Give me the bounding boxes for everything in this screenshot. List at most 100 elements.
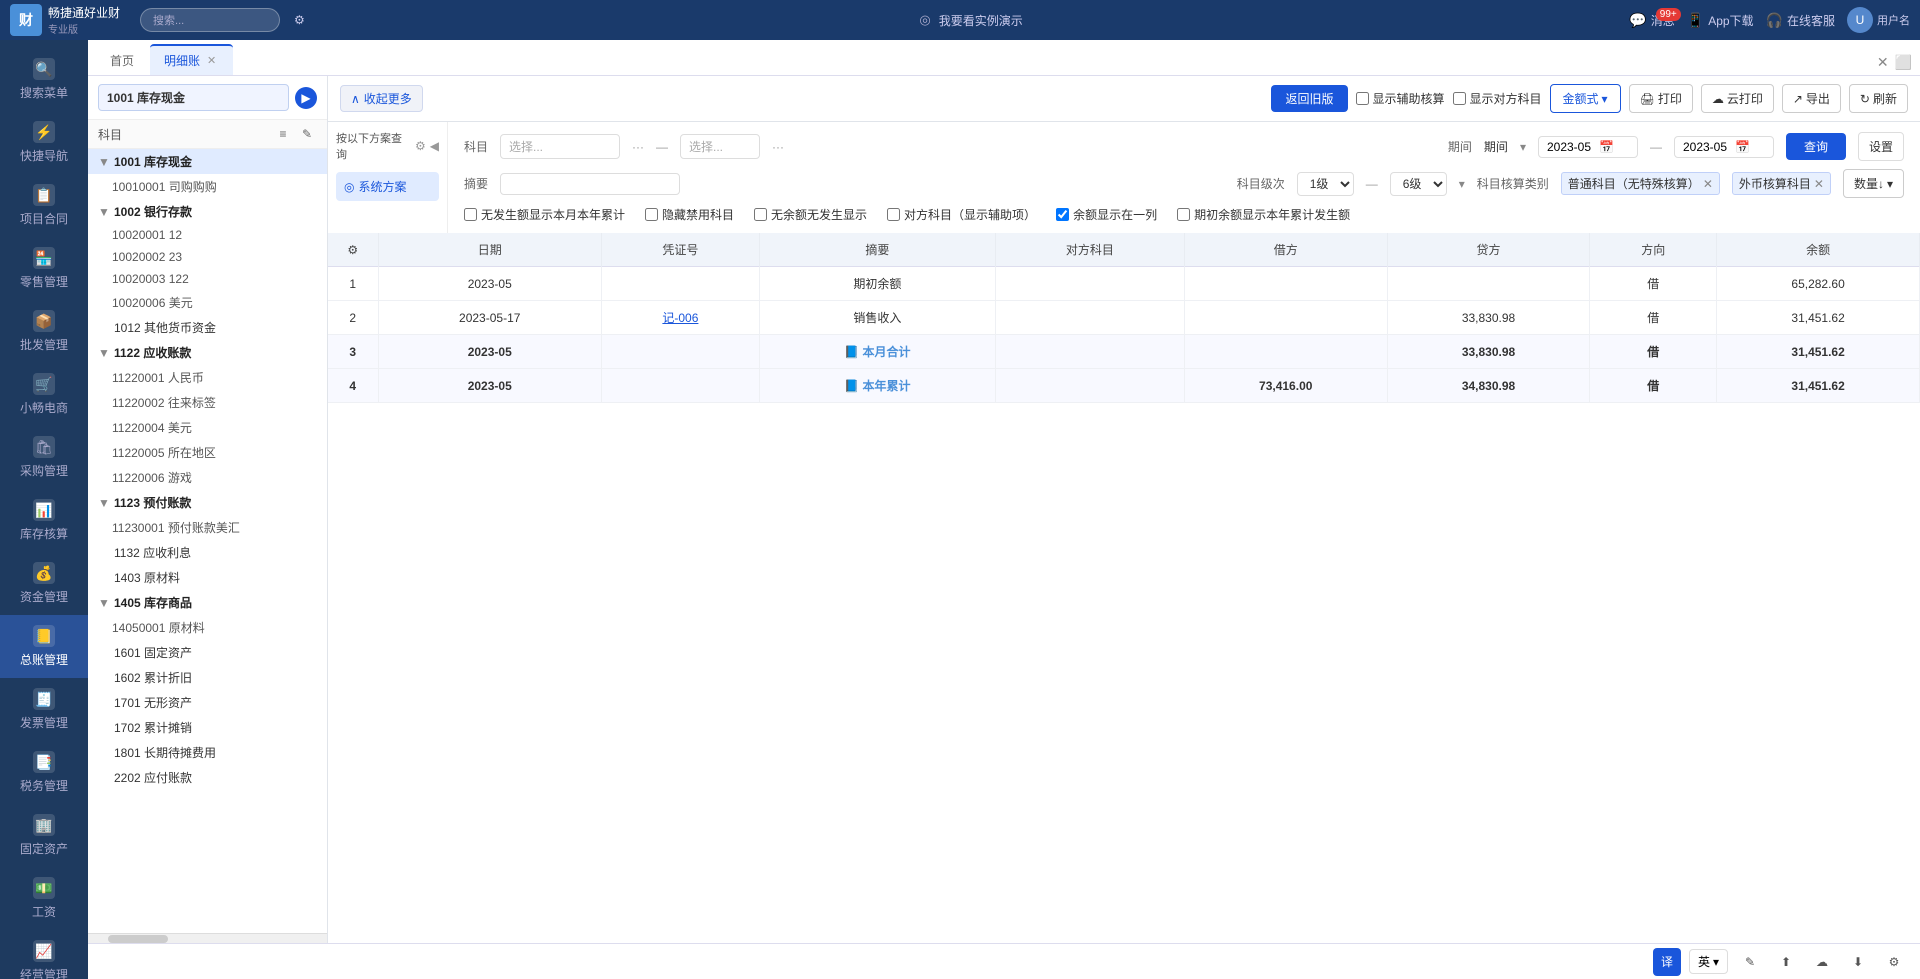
scheme-label: 按以下方案查询 (336, 130, 411, 162)
account-tree-item-1602[interactable]: 1602 累计折旧 (88, 665, 327, 690)
beginning-balance-checkbox[interactable] (1177, 208, 1190, 221)
sidebar-item-inventory[interactable]: 📊 库存核算 (0, 489, 88, 552)
show-aux-checkbox[interactable] (1356, 92, 1369, 105)
sidebar-item-ledger-label: 总账管理 (20, 651, 68, 668)
return-old-btn[interactable]: 返回旧版 (1271, 85, 1347, 112)
account-tree-item-1002[interactable]: ▼ 1002 银行存款 (88, 199, 327, 224)
sidebar-item-tax[interactable]: 📑 税务管理 (0, 741, 88, 804)
account-tree-item-1701[interactable]: 1701 无形资产 (88, 690, 327, 715)
account-tree-item-1001[interactable]: ▼ 1001 库存现金 (88, 149, 327, 174)
account-level-from-select[interactable]: 1级 (1297, 172, 1354, 196)
user-area[interactable]: U 用户名 (1847, 7, 1910, 33)
print-btn[interactable]: 🖨 打印 (1629, 84, 1693, 113)
no-balance-checkbox[interactable] (464, 208, 477, 221)
period-end-input[interactable]: 2023-05 📅 (1674, 136, 1774, 158)
lang-switch-btn[interactable]: 英 ▾ (1689, 949, 1728, 974)
sidebar-item-invoice[interactable]: 🧾 发票管理 (0, 678, 88, 741)
tab-ledger-close-icon[interactable]: ✕ (204, 53, 219, 68)
bottom-btn-settings[interactable]: ⚙ (1880, 948, 1908, 976)
quantity-btn[interactable]: 数量↓ ▾ (1843, 169, 1904, 198)
sidebar-item-quick-nav[interactable]: ⚡ 快捷导航 (0, 111, 88, 174)
amount-format-label: 金额式 (1563, 90, 1599, 107)
bottom-btn-cloud[interactable]: ☁ (1808, 948, 1836, 976)
sidebar-item-project-contract[interactable]: 📋 项目合同 (0, 174, 88, 237)
sidebar-item-fixed-assets[interactable]: 🏢 固定资产 (0, 804, 88, 867)
collapse-filter-btn[interactable]: ∧ 收起更多 (340, 85, 423, 112)
filter-config-icon[interactable]: ⚙ (415, 139, 426, 153)
account-tree-item-1403[interactable]: 1403 原材料 (88, 565, 327, 590)
period-dropdown-icon[interactable]: ▾ (1520, 140, 1526, 154)
bottom-btn-translate[interactable]: 译 (1653, 948, 1681, 976)
app-download-btn[interactable]: 📱 App下载 (1687, 12, 1754, 29)
account-tree-item-2202[interactable]: 2202 应付账款 (88, 765, 327, 790)
export-btn[interactable]: ↗ 导出 (1782, 84, 1841, 113)
message-btn[interactable]: 💬 消息 99+ (1629, 12, 1674, 29)
account-tree-item-1122[interactable]: ▼ 1122 应收账款 (88, 340, 327, 365)
maximize-btn[interactable]: ⬜ (1895, 54, 1912, 71)
account-type-foreign-remove-btn[interactable]: ✕ (1814, 177, 1824, 191)
bottom-btn-edit[interactable]: ✎ (1736, 948, 1764, 976)
account-tree-item-1801[interactable]: 1801 长期待摊费用 (88, 740, 327, 765)
sidebar-item-salary[interactable]: 💵 工资 (0, 867, 88, 930)
online-service-btn[interactable]: 🎧 在线客服 (1766, 12, 1835, 29)
tab-home[interactable]: 首页 (96, 46, 148, 75)
account-filter-input-to[interactable]: 选择... (680, 134, 760, 159)
account-tree-item-10010001[interactable]: 10010001 司购购购 (88, 174, 327, 199)
system-scheme-item[interactable]: ◎ 系统方案 (336, 172, 439, 201)
account-tree-item-10020002[interactable]: 10020002 23 (88, 246, 327, 268)
left-panel-scrollbar[interactable] (88, 933, 327, 943)
sidebar-item-capital[interactable]: 💰 资金管理 (0, 552, 88, 615)
gear-settings[interactable]: ⚙ (286, 9, 313, 31)
refresh-btn[interactable]: ↻ 刷新 (1849, 84, 1908, 113)
search-btn[interactable]: 查询 (1786, 133, 1846, 160)
demo-link[interactable]: 我要看实例演示 (939, 12, 1023, 29)
account-tree-item-11220006[interactable]: 11220006 游戏 (88, 465, 327, 490)
tab-ledger-detail[interactable]: 明细账 ✕ (150, 44, 233, 75)
summary-input[interactable] (500, 173, 680, 195)
bottom-btn-download[interactable]: ⬇ (1844, 948, 1872, 976)
panel-menu-btn[interactable]: ≡ (273, 124, 293, 144)
show-opposite-checkbox[interactable] (1453, 92, 1466, 105)
navigate-next-btn[interactable]: ▶ (295, 87, 317, 109)
opposite-account-checkbox[interactable] (887, 208, 900, 221)
bottom-btn-cloud-upload[interactable]: ⬆ (1772, 948, 1800, 976)
sidebar-item-business[interactable]: 📈 经营管理 (0, 930, 88, 979)
account-tree-item-1601[interactable]: 1601 固定资产 (88, 640, 327, 665)
balance-one-col-checkbox[interactable] (1056, 208, 1069, 221)
settings-btn[interactable]: 设置 (1858, 132, 1904, 161)
account-filter-input[interactable]: 选择... (500, 134, 620, 159)
sidebar-item-wholesale[interactable]: 📦 批发管理 (0, 300, 88, 363)
account-tree-item-11220001[interactable]: 11220001 人民币 (88, 365, 327, 390)
sidebar-item-ledger[interactable]: 📒 总账管理 (0, 615, 88, 678)
account-tree-item-1012[interactable]: 1012 其他货币资金 (88, 315, 327, 340)
account-tree-item-1132[interactable]: 1132 应收利息 (88, 540, 327, 565)
close-window-btn[interactable]: ✕ (1877, 54, 1889, 71)
account-tree-item-1702[interactable]: 1702 累计摊销 (88, 715, 327, 740)
filter-collapse-icon[interactable]: ◀ (430, 139, 439, 153)
account-tree-item-10020003[interactable]: 10020003 122 (88, 268, 327, 290)
sidebar-item-ecommerce[interactable]: 🛒 小畅电商 (0, 363, 88, 426)
account-type-normal-remove-btn[interactable]: ✕ (1703, 177, 1713, 191)
account-tree-item-1123[interactable]: ▼ 1123 预付账款 (88, 490, 327, 515)
account-tree-item-11220004[interactable]: 11220004 美元 (88, 415, 327, 440)
no-balance-hide-checkbox[interactable] (754, 208, 767, 221)
account-tree-item-14050001[interactable]: 14050001 原材料 (88, 615, 327, 640)
level-dropdown-icon[interactable]: ▾ (1459, 177, 1465, 191)
account-tree-item-10020001[interactable]: 10020001 12 (88, 224, 327, 246)
account-tree-item-11230001[interactable]: 11230001 预付账款美汇 (88, 515, 327, 540)
row-1-opposite (995, 267, 1184, 301)
account-level-to-select[interactable]: 6级 (1390, 172, 1447, 196)
hide-disabled-checkbox[interactable] (645, 208, 658, 221)
row-2-voucher[interactable]: 记-006 (601, 301, 759, 335)
sidebar-item-search-menu[interactable]: 🔍 搜索菜单 (0, 48, 88, 111)
panel-edit-btn[interactable]: ✎ (297, 124, 317, 144)
sidebar-item-retail[interactable]: 🏪 零售管理 (0, 237, 88, 300)
amount-format-btn[interactable]: 金额式 ▾ (1550, 84, 1621, 113)
sidebar-item-purchase[interactable]: 🛍 采购管理 (0, 426, 88, 489)
cloud-print-btn[interactable]: ☁ 云打印 (1701, 84, 1774, 113)
account-tree-item-10020006[interactable]: 10020006 美元 (88, 290, 327, 315)
account-tree-item-11220005[interactable]: 11220005 所在地区 (88, 440, 327, 465)
period-start-input[interactable]: 2023-05 📅 (1538, 136, 1638, 158)
account-tree-item-1405[interactable]: ▼ 1405 库存商品 (88, 590, 327, 615)
account-tree-item-11220002[interactable]: 11220002 往来标签 (88, 390, 327, 415)
